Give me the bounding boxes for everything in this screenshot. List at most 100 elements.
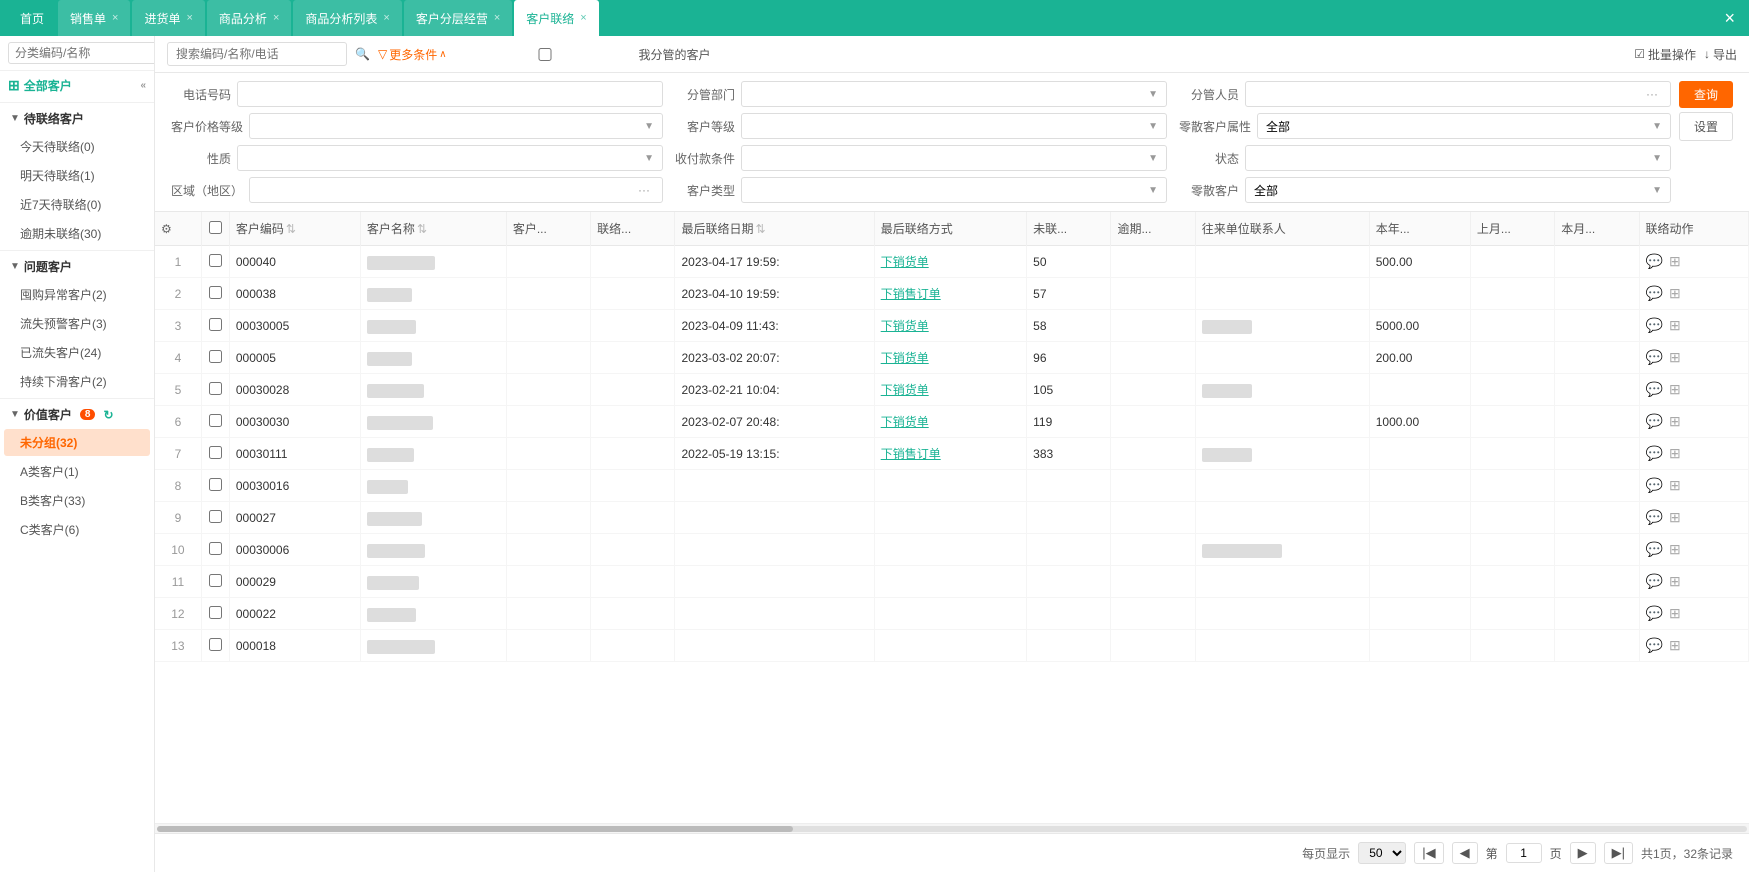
chat-icon[interactable]: 💬 <box>1646 317 1663 334</box>
more-icon[interactable]: ⊞ <box>1669 413 1681 430</box>
contact-method-link[interactable]: 下销货单 <box>881 319 929 333</box>
more-icon[interactable]: ⊞ <box>1669 573 1681 590</box>
more-icon[interactable]: ⊞ <box>1669 509 1681 526</box>
price-level-select[interactable]: ▼ <box>249 113 663 139</box>
chat-icon[interactable]: 💬 <box>1646 637 1663 654</box>
batch-op-btn[interactable]: ☑ 批量操作 <box>1634 46 1696 63</box>
close-purchase-tab[interactable]: × <box>186 12 192 24</box>
search-input[interactable] <box>167 42 347 66</box>
manager-dots[interactable]: ··· <box>1642 87 1662 101</box>
retail-customer-select[interactable]: 全部 ▼ <box>1245 177 1671 203</box>
retail-attr-select[interactable]: 全部 ▼ <box>1257 113 1671 139</box>
dept-select[interactable]: ▼ <box>741 81 1167 107</box>
close-sales-tab[interactable]: × <box>112 12 118 24</box>
tab-product-analysis[interactable]: 商品分析 × <box>207 0 291 36</box>
row-checkbox[interactable] <box>209 574 222 587</box>
more-icon[interactable]: ⊞ <box>1669 381 1681 398</box>
status-select[interactable]: ▼ <box>1245 145 1671 171</box>
row-checkbox[interactable] <box>209 446 222 459</box>
more-icon[interactable]: ⊞ <box>1669 541 1681 558</box>
close-all-btn[interactable]: × <box>1718 8 1741 29</box>
chat-icon[interactable]: 💬 <box>1646 349 1663 366</box>
sidebar-item-class-c[interactable]: C类客户(6) <box>4 516 150 543</box>
chat-icon[interactable]: 💬 <box>1646 509 1663 526</box>
chat-icon[interactable]: 💬 <box>1646 253 1663 270</box>
contact-method-link[interactable]: 下销售订单 <box>881 287 941 301</box>
refresh-icon[interactable]: ↻ <box>103 408 113 422</box>
sidebar-item-churned[interactable]: 已流失客户(24) <box>4 339 150 366</box>
scrollbar-thumb[interactable] <box>157 826 793 832</box>
contact-method-link[interactable]: 下销货单 <box>881 351 929 365</box>
last-page-btn[interactable]: ▶| <box>1604 842 1633 864</box>
customer-level-select[interactable]: ▼ <box>741 113 1167 139</box>
page-input[interactable] <box>1506 843 1542 863</box>
sidebar-item-class-b[interactable]: B类客户(33) <box>4 487 150 514</box>
contact-method-link[interactable]: 下销货单 <box>881 255 929 269</box>
close-customer-tier-tab[interactable]: × <box>494 12 500 24</box>
more-conditions-btn[interactable]: ▽ 更多条件 ∧ <box>378 46 447 63</box>
sidebar-problem-section[interactable]: ▼ 问题客户 <box>0 253 154 280</box>
region-dots[interactable]: ··· <box>634 183 654 197</box>
settings-gear-icon[interactable]: ⚙ <box>161 222 172 236</box>
more-icon[interactable]: ⊞ <box>1669 637 1681 654</box>
sidebar-item-churn-warning[interactable]: 流失预警客户(3) <box>4 310 150 337</box>
more-icon[interactable]: ⊞ <box>1669 605 1681 622</box>
row-checkbox[interactable] <box>209 286 222 299</box>
more-icon[interactable]: ⊞ <box>1669 477 1681 494</box>
chat-icon[interactable]: 💬 <box>1646 605 1663 622</box>
close-product-list-tab[interactable]: × <box>383 12 389 24</box>
more-icon[interactable]: ⊞ <box>1669 445 1681 462</box>
manager-select[interactable]: ··· <box>1245 81 1671 107</box>
sidebar-item-tomorrow-pending[interactable]: 明天待联络(1) <box>4 162 150 189</box>
reset-btn[interactable]: 设置 <box>1679 112 1733 141</box>
sidebar-item-class-a[interactable]: A类客户(1) <box>4 458 150 485</box>
nature-select[interactable]: ▼ <box>237 145 663 171</box>
row-checkbox[interactable] <box>209 414 222 427</box>
sidebar-item-declining[interactable]: 持续下滑客户(2) <box>4 368 150 395</box>
region-select[interactable]: ··· <box>249 177 663 203</box>
sidebar-value-section[interactable]: ▼ 价值客户 8 ↻ <box>0 401 154 428</box>
payment-select[interactable]: ▼ <box>741 145 1167 171</box>
chat-icon[interactable]: 💬 <box>1646 285 1663 302</box>
col-settings[interactable]: ⚙ <box>155 212 201 246</box>
tab-customer-contact[interactable]: 客户联络 × <box>514 0 598 36</box>
tab-product-list[interactable]: 商品分析列表 × <box>293 0 401 36</box>
more-icon[interactable]: ⊞ <box>1669 349 1681 366</box>
first-page-btn[interactable]: |◀ <box>1414 842 1443 864</box>
sidebar-item-overdue-pending[interactable]: 逾期未联络(30) <box>4 220 150 247</box>
all-customers-item[interactable]: ⊞ 全部客户 « <box>0 71 154 100</box>
contact-method-link[interactable]: 下销售订单 <box>881 447 941 461</box>
chat-icon[interactable]: 💬 <box>1646 477 1663 494</box>
sidebar-item-today-pending[interactable]: 今天待联络(0) <box>4 133 150 160</box>
row-checkbox[interactable] <box>209 510 222 523</box>
sidebar-item-ungroup[interactable]: 未分组(32) <box>4 429 150 456</box>
row-checkbox[interactable] <box>209 318 222 331</box>
h-scrollbar[interactable] <box>155 823 1749 833</box>
row-checkbox[interactable] <box>209 254 222 267</box>
category-search-input[interactable] <box>8 42 155 64</box>
row-checkbox[interactable] <box>209 478 222 491</box>
sidebar-item-hoarding[interactable]: 囤购异常客户(2) <box>4 281 150 308</box>
more-icon[interactable]: ⊞ <box>1669 285 1681 302</box>
close-product-analysis-tab[interactable]: × <box>273 12 279 24</box>
tab-sales[interactable]: 销售单 × <box>58 0 130 36</box>
chat-icon[interactable]: 💬 <box>1646 413 1663 430</box>
chat-icon[interactable]: 💬 <box>1646 445 1663 462</box>
sidebar-pending-section[interactable]: ▼ 待联络客户 <box>0 105 154 132</box>
customer-type-select[interactable]: ▼ <box>741 177 1167 203</box>
sidebar-item-week-pending[interactable]: 近7天待联络(0) <box>4 191 150 218</box>
search-btn-icon[interactable]: 🔍 <box>355 47 370 61</box>
contact-method-link[interactable]: 下销货单 <box>881 415 929 429</box>
tab-purchase[interactable]: 进货单 × <box>132 0 204 36</box>
my-customers-checkbox[interactable] <box>455 48 635 61</box>
sidebar-collapse-icon[interactable]: « <box>140 80 146 91</box>
query-btn[interactable]: 查询 <box>1679 81 1733 108</box>
more-icon[interactable]: ⊞ <box>1669 317 1681 334</box>
tab-home[interactable]: 首页 <box>8 0 56 36</box>
next-page-btn[interactable]: ▶ <box>1570 842 1596 864</box>
row-checkbox[interactable] <box>209 350 222 363</box>
chat-icon[interactable]: 💬 <box>1646 573 1663 590</box>
more-icon[interactable]: ⊞ <box>1669 253 1681 270</box>
row-checkbox[interactable] <box>209 382 222 395</box>
tab-customer-tier[interactable]: 客户分层经营 × <box>404 0 512 36</box>
